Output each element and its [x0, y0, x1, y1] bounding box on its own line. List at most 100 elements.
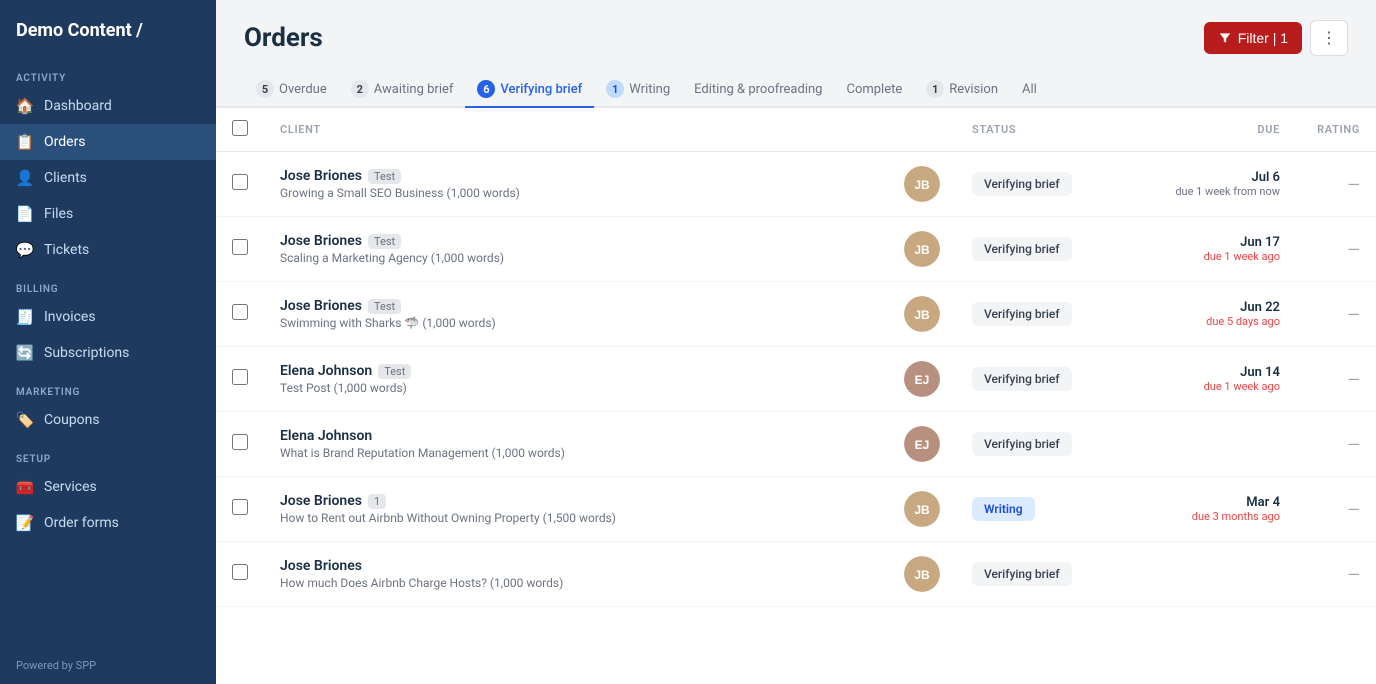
app-logo[interactable]: Demo Content / [0, 0, 216, 57]
sidebar-item-invoices[interactable]: 🧾 Invoices [0, 299, 216, 335]
client-name: Jose BrionesTest [280, 168, 872, 184]
page-title: Orders [244, 23, 323, 53]
tab-badge-awaiting: 2 [351, 80, 369, 98]
sidebar-item-label: Invoices [44, 309, 96, 325]
sidebar-item-files[interactable]: 📄 Files [0, 196, 216, 232]
sidebar-item-tickets[interactable]: 💬 Tickets [0, 232, 216, 268]
filter-icon [1218, 31, 1232, 45]
tab-complete[interactable]: Complete [834, 74, 914, 107]
client-name: Jose BrionesTest [280, 298, 872, 314]
tickets-icon: 💬 [16, 241, 34, 259]
more-options-button[interactable]: ⋮ [1310, 20, 1348, 56]
avatar: JB [904, 296, 940, 332]
status-badge: Writing [972, 497, 1035, 521]
due-date: Jun 14 [1152, 365, 1280, 380]
avatar: EJ [904, 361, 940, 397]
tab-badge-writing: 1 [606, 80, 624, 98]
due-sub: due 3 months ago [1152, 510, 1280, 523]
order-title: What is Brand Reputation Management (1,0… [280, 446, 872, 460]
row-checkbox-cell-4 [216, 412, 264, 477]
avatar-cell: JB [888, 477, 956, 542]
subscriptions-icon: 🔄 [16, 344, 34, 362]
marketing-section-label: MARKETING [0, 371, 216, 402]
activity-section-label: ACTIVITY [0, 57, 216, 88]
setup-section-label: SETUP [0, 438, 216, 469]
due-column-header: DUE [1136, 108, 1296, 152]
status-cell: Verifying brief [956, 282, 1136, 347]
due-sub: due 5 days ago [1152, 315, 1280, 328]
order-title: Growing a Small SEO Business (1,000 word… [280, 186, 872, 200]
tab-verifying-brief[interactable]: 6 Verifying brief [465, 72, 594, 108]
avatar-cell: JB [888, 217, 956, 282]
due-cell: Jun 22due 5 days ago [1136, 282, 1296, 347]
row-checkbox-3[interactable] [232, 369, 248, 385]
due-sub: due 1 week ago [1152, 380, 1280, 393]
status-cell: Verifying brief [956, 152, 1136, 217]
table-row: Jose BrionesHow much Does Airbnb Charge … [216, 542, 1376, 607]
client-cell[interactable]: Elena JohnsonWhat is Brand Reputation Ma… [264, 412, 888, 477]
svg-text:JB: JB [914, 178, 930, 192]
table-row: Elena JohnsonWhat is Brand Reputation Ma… [216, 412, 1376, 477]
sidebar-item-order-forms[interactable]: 📝 Order forms [0, 505, 216, 541]
tab-label-revision: Revision [949, 82, 998, 97]
billing-section-label: BILLING [0, 268, 216, 299]
due-cell [1136, 412, 1296, 477]
row-checkbox-4[interactable] [232, 434, 248, 450]
sidebar-item-clients[interactable]: 👤 Clients [0, 160, 216, 196]
row-checkbox-0[interactable] [232, 174, 248, 190]
sidebar-item-dashboard[interactable]: 🏠 Dashboard [0, 88, 216, 124]
row-checkbox-5[interactable] [232, 499, 248, 515]
sidebar-item-services[interactable]: 🧰 Services [0, 469, 216, 505]
tab-writing[interactable]: 1 Writing [594, 72, 682, 108]
order-forms-icon: 📝 [16, 514, 34, 532]
tab-label-writing: Writing [629, 82, 670, 97]
client-cell[interactable]: Jose BrionesHow much Does Airbnb Charge … [264, 542, 888, 607]
sidebar-item-label: Files [44, 206, 73, 222]
table-row: Elena JohnsonTestTest Post (1,000 words)… [216, 347, 1376, 412]
tab-label-awaiting: Awaiting brief [374, 82, 454, 97]
clients-icon: 👤 [16, 169, 34, 187]
orders-table-container: CLIENT STATUS DUE RATING Jose BrionesTes… [216, 108, 1376, 684]
tab-all[interactable]: All [1010, 74, 1049, 107]
row-checkbox-2[interactable] [232, 304, 248, 320]
orders-table: CLIENT STATUS DUE RATING Jose BrionesTes… [216, 108, 1376, 607]
avatar-cell: EJ [888, 347, 956, 412]
tab-badge-revision: 1 [926, 80, 944, 98]
client-column-header: CLIENT [264, 108, 888, 152]
select-all-header[interactable] [216, 108, 264, 152]
sidebar-footer: Powered by SPP [0, 647, 216, 684]
main-content: Orders Filter | 1 ⋮ 5 Overdue 2 Awaiting… [216, 0, 1376, 684]
client-cell[interactable]: Jose BrionesTest Growing a Small SEO Busi… [264, 152, 888, 217]
client-tag: Test [368, 299, 401, 314]
page-header: Orders Filter | 1 ⋮ [216, 0, 1376, 56]
status-badge: Verifying brief [972, 367, 1072, 391]
client-cell[interactable]: Jose BrionesTestScaling a Marketing Agen… [264, 217, 888, 282]
svg-text:JB: JB [914, 568, 930, 582]
order-title: How much Does Airbnb Charge Hosts? (1,00… [280, 576, 872, 590]
client-cell[interactable]: Jose Briones1How to Rent out Airbnb With… [264, 477, 888, 542]
orders-tbody: Jose BrionesTest Growing a Small SEO Busi… [216, 152, 1376, 607]
due-sub: due 1 week from now [1152, 185, 1280, 198]
filter-button[interactable]: Filter | 1 [1204, 22, 1302, 54]
tab-awaiting-brief[interactable]: 2 Awaiting brief [339, 72, 466, 108]
sidebar-item-label: Services [44, 479, 97, 495]
sidebar-item-label: Orders [44, 134, 86, 150]
tab-editing[interactable]: Editing & proofreading [682, 74, 834, 107]
status-badge: Verifying brief [972, 562, 1072, 586]
status-cell: Verifying brief [956, 412, 1136, 477]
table-header-row: CLIENT STATUS DUE RATING [216, 108, 1376, 152]
tab-overdue[interactable]: 5 Overdue [244, 72, 339, 108]
row-checkbox-cell-1 [216, 217, 264, 282]
sidebar-item-label: Tickets [44, 242, 89, 258]
sidebar-item-coupons[interactable]: 🏷️ Coupons [0, 402, 216, 438]
order-title: Swimming with Sharks 🦈 (1,000 words) [280, 316, 872, 330]
client-cell[interactable]: Jose BrionesTest Swimming with Sharks 🦈 (… [264, 282, 888, 347]
sidebar-item-orders[interactable]: 📋 Orders [0, 124, 216, 160]
sidebar-item-subscriptions[interactable]: 🔄 Subscriptions [0, 335, 216, 371]
sidebar-item-label: Order forms [44, 515, 119, 531]
select-all-checkbox[interactable] [232, 120, 248, 136]
row-checkbox-1[interactable] [232, 239, 248, 255]
tab-revision[interactable]: 1 Revision [914, 72, 1010, 108]
client-cell[interactable]: Elena JohnsonTestTest Post (1,000 words) [264, 347, 888, 412]
row-checkbox-6[interactable] [232, 564, 248, 580]
